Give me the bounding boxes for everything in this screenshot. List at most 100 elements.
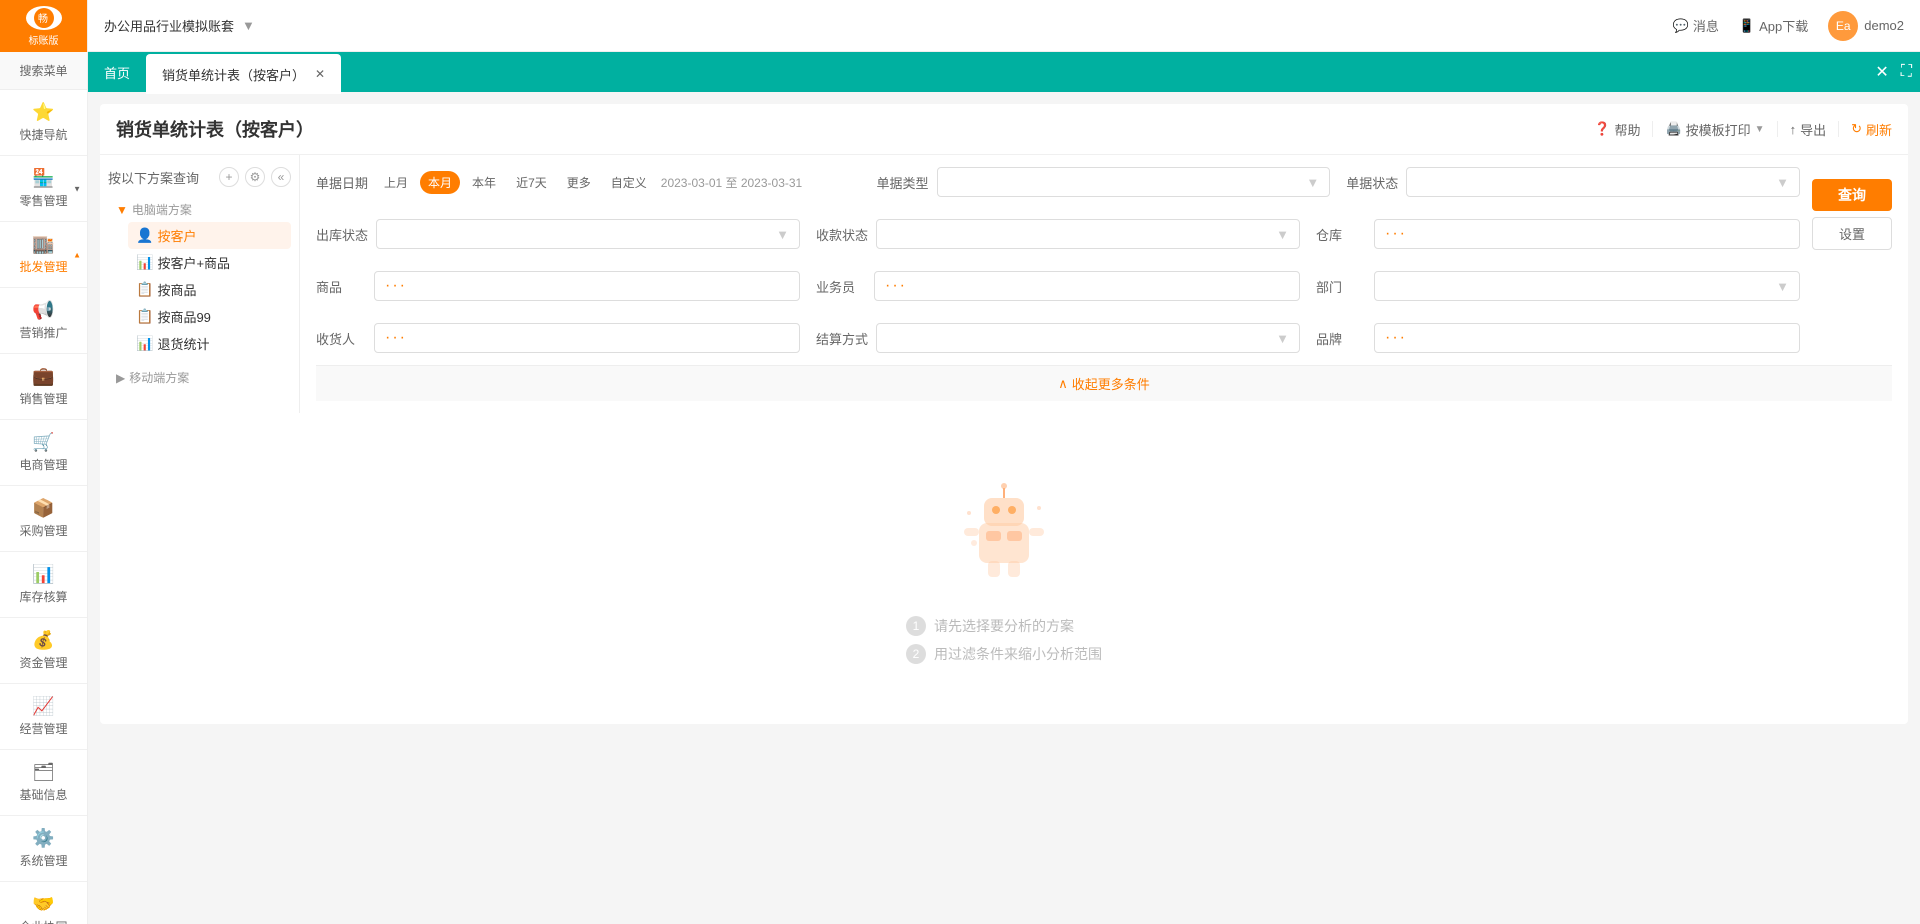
app-download-label: App下载 [1759, 16, 1808, 35]
tree-item-by-product[interactable]: 📋 按商品 [128, 276, 291, 303]
date-tab-7days[interactable]: 近7天 [508, 171, 555, 194]
date-tab-thisyear[interactable]: 本年 [464, 171, 504, 194]
svg-text:畅: 畅 [38, 12, 48, 25]
sidebar-item-system[interactable]: ⚙️ 系统管理 [0, 816, 87, 882]
tab-maximize-btn[interactable]: ⛶ [1901, 63, 1912, 81]
retail-label: 零售管理 [19, 192, 67, 209]
user-profile-btn[interactable]: Ea demo2 [1828, 11, 1904, 41]
add-scheme-btn[interactable]: + [219, 167, 239, 187]
date-tab-more[interactable]: 更多 [559, 171, 599, 194]
sidebar-item-retail[interactable]: 🏪 零售管理 [0, 156, 87, 222]
filter-out-status: 出库状态 ▼ [316, 219, 800, 249]
message-btn[interactable]: 💬 消息 [1673, 16, 1719, 35]
sidebar-item-purchase[interactable]: 📦 采购管理 [0, 486, 87, 552]
print-label: 按模板打印 [1686, 120, 1751, 139]
out-status-input[interactable]: ▼ [376, 219, 800, 249]
brand-input[interactable]: ··· [1374, 323, 1800, 353]
sidebar-item-coop[interactable]: 🤝 企业协同 [0, 882, 87, 924]
sidebar-item-inventory[interactable]: 📊 库存核算 [0, 552, 87, 618]
sidebar-item-ecommerce[interactable]: 🛒 电商管理 [0, 420, 87, 486]
receipt-status-input[interactable]: ▼ [876, 219, 1300, 249]
collapse-label: 收起更多条件 [1072, 374, 1150, 393]
tab-home[interactable]: 首页 [88, 52, 146, 92]
filter-area: 按以下方案查询 + ⚙ « [100, 155, 1908, 413]
dropdown-arrow[interactable]: ▼ [242, 18, 255, 33]
receipt-status-label: 收款状态 [816, 225, 868, 244]
marketing-icon: 📢 [32, 300, 54, 321]
tab-global-close[interactable]: ✕ [1875, 62, 1888, 82]
customer-scheme-label: 按客户 [157, 226, 196, 245]
page-header: 销货单统计表（按客户） ❓ 帮助 🖨️ 按模板打印 ▼ ↑ [100, 104, 1908, 155]
product-label: 商品 [316, 277, 366, 296]
filter-row-3: 商品 ··· 业务员 ··· [316, 271, 1800, 301]
warehouse-placeholder: ··· [1385, 225, 1407, 243]
system-label: 系统管理 [19, 852, 67, 869]
filter-date: 单据日期 上月 本月 本年 近7天 更多 自定义 [316, 171, 861, 194]
divider1 [1652, 121, 1653, 137]
product-input[interactable]: ··· [374, 271, 800, 301]
left-panel-title: 按以下方案查询 [108, 168, 199, 187]
date-tab-lastmonth[interactable]: 上月 [376, 171, 416, 194]
print-btn[interactable]: 🖨️ 按模板打印 ▼ [1665, 120, 1764, 139]
warehouse-input[interactable]: ··· [1374, 219, 1800, 249]
order-status-input[interactable]: ▼ [1406, 167, 1800, 197]
search-menu-item[interactable]: 搜索菜单 [0, 52, 87, 90]
payment-input[interactable]: ▼ [876, 323, 1300, 353]
settings-btn[interactable]: 设置 [1812, 217, 1892, 250]
sidebar-item-basic[interactable]: 🗂 基础信息 [0, 750, 87, 816]
query-btns: 查询 设置 [1812, 167, 1892, 262]
receiver-input[interactable]: ··· [374, 323, 800, 353]
scheme-settings-btn[interactable]: ⚙ [245, 167, 265, 187]
tree-item-customer-product[interactable]: 📊 按客户+商品 [128, 249, 291, 276]
date-tab-custom[interactable]: 自定义 [603, 171, 655, 194]
date-tab-thismonth[interactable]: 本月 [420, 171, 460, 194]
app-download-btn[interactable]: 📱 App下载 [1739, 16, 1808, 35]
retail-icon: 🏪 [32, 168, 54, 189]
sidebar-item-sales[interactable]: 💼 销售管理 [0, 354, 87, 420]
user-name: demo2 [1864, 18, 1904, 33]
empty-tips: 1 请先选择要分析的方案 2 用过滤条件来缩小分析范围 [906, 616, 1102, 664]
tree-item-by-customer[interactable]: 👤 按客户 [128, 222, 291, 249]
department-input[interactable]: ▼ [1374, 271, 1800, 301]
export-label: 导出 [1800, 120, 1826, 139]
tree-item-return-stat[interactable]: 📊 退货统计 [128, 330, 291, 357]
basic-icon: 🗂 [32, 762, 55, 783]
refresh-icon: ↻ [1851, 121, 1862, 137]
tree-group-mobile[interactable]: ▶ 移动端方案 [108, 365, 291, 390]
warehouse-label: 仓库 [1316, 225, 1366, 244]
coop-icon: 🤝 [32, 894, 54, 915]
export-btn[interactable]: ↑ 导出 [1790, 120, 1827, 139]
sidebar-item-finance[interactable]: 💰 资金管理 [0, 618, 87, 684]
collapse-panel-btn[interactable]: « [271, 167, 291, 187]
sidebar-item-shortcut[interactable]: ⭐ 快捷导航 [0, 90, 87, 156]
tab-close-btn[interactable]: ✕ [315, 67, 325, 81]
refresh-btn[interactable]: ↻ 刷新 [1851, 120, 1892, 139]
wholesale-label: 批发管理 [19, 258, 67, 275]
left-panel: 按以下方案查询 + ⚙ « [100, 155, 300, 413]
query-btn[interactable]: 查询 [1812, 179, 1892, 211]
page-actions: ❓ 帮助 🖨️ 按模板打印 ▼ ↑ 导出 [1594, 120, 1892, 139]
return-stat-label: 退货统计 [157, 334, 209, 353]
help-btn[interactable]: ❓ 帮助 [1594, 120, 1640, 139]
finance-icon: 💰 [32, 630, 54, 651]
order-type-arrow: ▼ [1306, 175, 1319, 190]
top-header: 办公用品行业模拟账套 ▼ 💬 消息 📱 App下载 Ea demo2 [88, 0, 1920, 52]
print-arrow[interactable]: ▼ [1755, 124, 1765, 135]
tab-sales-stat[interactable]: 销货单统计表（按客户） ✕ [146, 54, 341, 94]
divider3 [1838, 121, 1839, 137]
receiver-placeholder: ··· [385, 329, 407, 347]
product-placeholder: ··· [385, 277, 407, 295]
sidebar-item-wholesale[interactable]: 🏬 批发管理 ▲ [0, 222, 87, 288]
tree-group-pc[interactable]: ▼ 电脑端方案 [108, 197, 291, 222]
tree-item-by-product99[interactable]: 📋 按商品99 [128, 303, 291, 330]
sidebar-item-operation[interactable]: 📈 经营管理 [0, 684, 87, 750]
filter-row-2: 出库状态 ▼ 收款状态 [316, 219, 1800, 249]
empty-tip-1: 1 请先选择要分析的方案 [906, 616, 1102, 636]
search-menu-label: 搜索菜单 [19, 62, 67, 79]
purchase-label: 采购管理 [19, 522, 67, 539]
order-type-input[interactable]: ▼ [937, 167, 1331, 197]
sidebar-item-marketing[interactable]: 📢 营销推广 [0, 288, 87, 354]
salesperson-input[interactable]: ··· [874, 271, 1300, 301]
filter-receiver: 收货人 ··· [316, 323, 800, 353]
collapse-more-btn[interactable]: ∧ 收起更多条件 [316, 365, 1892, 401]
